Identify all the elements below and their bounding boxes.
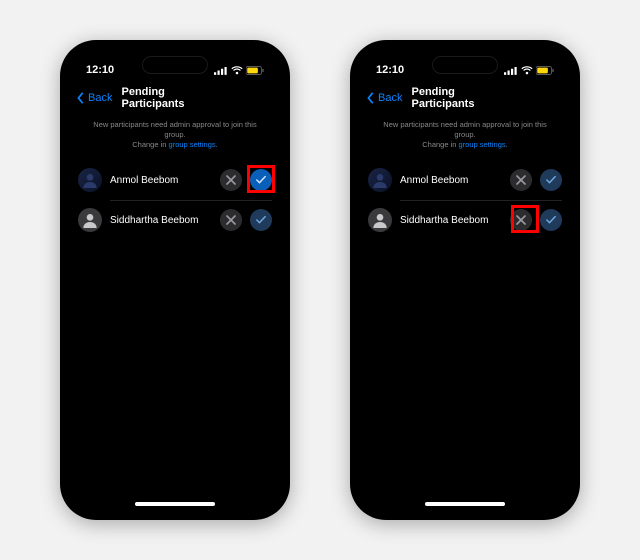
participant-name: Siddhartha Beebom xyxy=(400,215,502,226)
approve-button[interactable] xyxy=(250,209,272,231)
chevron-left-icon xyxy=(366,92,376,104)
approve-button[interactable] xyxy=(540,209,562,231)
nav-bar: Back Pending Participants xyxy=(68,82,282,114)
avatar-photo-icon xyxy=(82,172,98,188)
back-label: Back xyxy=(88,92,112,104)
participant-row: Anmol Beebom xyxy=(68,160,282,200)
nav-bar: Back Pending Participants xyxy=(358,82,572,114)
signal-icon xyxy=(504,66,518,75)
home-indicator xyxy=(135,502,215,506)
avatar-photo-icon xyxy=(372,172,388,188)
person-icon xyxy=(372,212,388,228)
reject-button[interactable] xyxy=(220,209,242,231)
phone-mockup-right: 12:10 Back Pending Participants New part… xyxy=(350,40,580,520)
x-icon xyxy=(226,175,236,185)
avatar xyxy=(78,208,102,232)
info-text: New participants need admin approval to … xyxy=(68,114,282,160)
reject-button[interactable] xyxy=(220,169,242,191)
participant-row: Siddhartha Beebom xyxy=(358,200,572,240)
dynamic-island xyxy=(142,56,208,74)
wifi-icon xyxy=(521,66,533,75)
status-time: 12:10 xyxy=(86,64,114,76)
avatar xyxy=(368,168,392,192)
back-button[interactable]: Back xyxy=(366,92,402,104)
screen: 12:10 Back Pending Participants New part… xyxy=(358,48,572,512)
dynamic-island xyxy=(432,56,498,74)
group-settings-link[interactable]: group settings xyxy=(459,140,506,149)
participant-row: Siddhartha Beebom xyxy=(68,200,282,240)
check-icon xyxy=(546,215,556,225)
status-indicators xyxy=(214,66,264,75)
participant-name: Siddhartha Beebom xyxy=(110,215,212,226)
participant-name: Anmol Beebom xyxy=(110,175,212,186)
phone-mockup-left: 12:10 Back Pending Participants New part… xyxy=(60,40,290,520)
check-icon xyxy=(256,215,266,225)
back-button[interactable]: Back xyxy=(76,92,112,104)
avatar xyxy=(78,168,102,192)
check-icon xyxy=(546,175,556,185)
participant-row: Anmol Beebom xyxy=(358,160,572,200)
home-indicator xyxy=(425,502,505,506)
group-settings-link[interactable]: group settings xyxy=(169,140,216,149)
wifi-icon xyxy=(231,66,243,75)
page-title: Pending Participants xyxy=(122,86,229,110)
avatar xyxy=(368,208,392,232)
x-icon xyxy=(516,215,526,225)
page-title: Pending Participants xyxy=(412,86,519,110)
chevron-left-icon xyxy=(76,92,86,104)
participant-name: Anmol Beebom xyxy=(400,175,502,186)
screen: 12:10 Back Pending Participants New part… xyxy=(68,48,282,512)
signal-icon xyxy=(214,66,228,75)
x-icon xyxy=(226,215,236,225)
reject-button[interactable] xyxy=(510,209,532,231)
person-icon xyxy=(82,212,98,228)
battery-icon xyxy=(246,66,264,75)
info-text: New participants need admin approval to … xyxy=(358,114,572,160)
battery-icon xyxy=(536,66,554,75)
status-time: 12:10 xyxy=(376,64,404,76)
approve-button[interactable] xyxy=(540,169,562,191)
approve-button[interactable] xyxy=(250,169,272,191)
back-label: Back xyxy=(378,92,402,104)
status-indicators xyxy=(504,66,554,75)
x-icon xyxy=(516,175,526,185)
check-icon xyxy=(256,175,266,185)
reject-button[interactable] xyxy=(510,169,532,191)
